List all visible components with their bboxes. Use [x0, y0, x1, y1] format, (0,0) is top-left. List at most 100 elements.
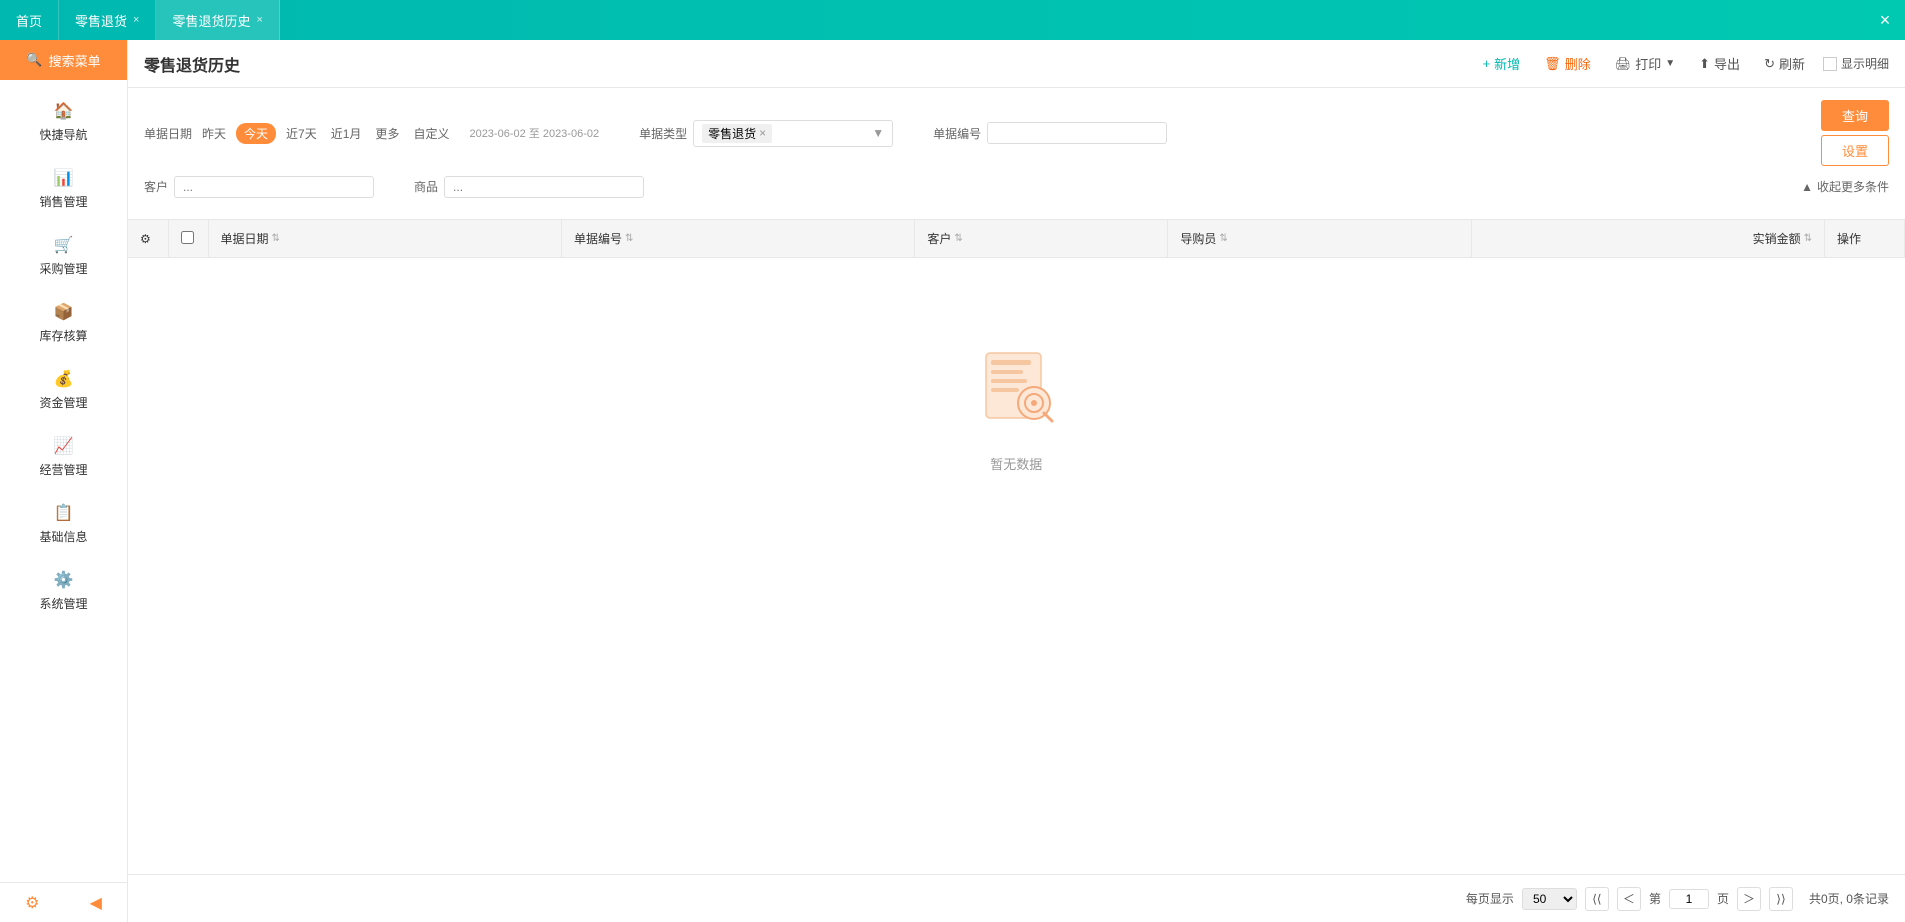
customer-input[interactable] — [174, 176, 374, 198]
voucher-tag-retail-return: 零售退货 × — [702, 124, 772, 143]
th-checkbox[interactable] — [168, 220, 208, 258]
sidebar-item-purchase[interactable]: 🛒 采购管理 — [0, 222, 127, 289]
top-bar: 首页 零售退货 × 零售退货历史 × × — [0, 0, 1905, 40]
voucher-type-select[interactable]: 零售退货 × ▼ — [693, 120, 893, 147]
content-area: 零售退货历史 + 新增 🗑 删除 🖨 打印 ▼ ⬆ 导出 — [128, 40, 1905, 922]
main-layout: 🔍 搜索菜单 🏠 快捷导航 📊 销售管理 🛒 采购管理 📦 库存核算 💰 — [0, 40, 1905, 922]
filter-row-2: 客户 商品 ▲ 收起更多条件 — [144, 174, 1889, 199]
date-yesterday[interactable]: 昨天 — [198, 123, 230, 144]
collapse-filter-button[interactable]: ▲ 收起更多条件 — [1801, 178, 1889, 195]
page-size-select[interactable]: 20 50 100 — [1522, 888, 1577, 910]
header-actions: + 新增 🗑 删除 🖨 打印 ▼ ⬆ 导出 ↻ 刷新 — [1477, 50, 1889, 77]
voucher-tag-remove[interactable]: × — [759, 126, 766, 140]
total-info: 共0页, 0条记录 — [1809, 890, 1889, 907]
query-button[interactable]: 查询 — [1821, 100, 1889, 131]
prev-page-button[interactable]: ＜ — [1617, 887, 1641, 911]
purchase-icon: 🛒 — [53, 234, 75, 256]
next-page-button[interactable]: ＞ — [1737, 887, 1761, 911]
basic-info-icon: 📋 — [53, 502, 75, 524]
first-page-button[interactable]: ⟨⟨ — [1585, 887, 1609, 911]
collapse-sidebar-icon[interactable]: ◀ — [90, 893, 102, 913]
print-dropdown-icon: ▼ — [1665, 58, 1675, 69]
window-close-button[interactable]: × — [1865, 10, 1905, 31]
print-icon: 🖨 — [1615, 56, 1632, 72]
goods-input[interactable] — [444, 176, 644, 198]
voucher-number-label: 单据编号 — [933, 125, 981, 142]
sidebar-bottom: ⚙ ◀ — [0, 882, 127, 922]
filter-row-1: 单据日期 昨天 今天 近7天 近1月 更多 自定义 2023-06-02 至 2… — [144, 100, 1889, 166]
th-actions: 操作 — [1825, 220, 1905, 258]
new-icon: + — [1483, 56, 1491, 71]
date-more[interactable]: 更多 — [371, 123, 403, 144]
tab-home[interactable]: 首页 — [0, 0, 59, 40]
sidebar-item-quick-nav[interactable]: 🏠 快捷导航 — [0, 88, 127, 155]
tab-retail-return[interactable]: 零售退货 × — [59, 0, 156, 40]
sidebar-item-finance[interactable]: 💰 资金管理 — [0, 356, 127, 423]
date-1month[interactable]: 近1月 — [327, 123, 366, 144]
sort-date-icon: ⇅ — [272, 233, 280, 244]
page-number-input[interactable] — [1669, 889, 1709, 909]
settings-gear-icon[interactable]: ⚙ — [25, 893, 39, 913]
query-settings-group: 查询 设置 — [1821, 100, 1889, 166]
date-custom[interactable]: 自定义 — [409, 123, 453, 144]
column-settings-icon[interactable]: ⚙ — [140, 232, 151, 246]
date-filter-label: 单据日期 — [144, 125, 192, 142]
refresh-icon: ↻ — [1764, 56, 1775, 72]
table-area: ⚙ 单据日期 ⇅ 单据编号 — [128, 220, 1905, 874]
collapse-icon: ▲ — [1801, 180, 1813, 194]
tab-retail-return-close[interactable]: × — [133, 14, 139, 26]
voucher-type-filter: 单据类型 零售退货 × ▼ — [639, 120, 893, 147]
page-header: 零售退货历史 + 新增 🗑 删除 🖨 打印 ▼ ⬆ 导出 — [128, 40, 1905, 88]
date-range-display: 2023-06-02 至 2023-06-02 — [469, 125, 599, 141]
th-amount[interactable]: 实销金额 ⇅ — [1471, 220, 1825, 258]
show-detail-checkbox[interactable] — [1823, 57, 1837, 71]
show-detail-label: 显示明细 — [1841, 55, 1889, 72]
delete-icon: 🗑 — [1544, 56, 1561, 72]
voucher-number-filter: 单据编号 — [933, 122, 1167, 144]
voucher-number-input[interactable] — [987, 122, 1167, 144]
print-button[interactable]: 🖨 打印 ▼ — [1609, 50, 1681, 77]
finance-icon: 💰 — [53, 368, 75, 390]
date-today[interactable]: 今天 — [236, 123, 276, 144]
date-filter: 单据日期 昨天 今天 近7天 近1月 更多 自定义 — [144, 123, 453, 144]
inventory-icon: 📦 — [53, 301, 75, 323]
date-7days[interactable]: 近7天 — [282, 123, 321, 144]
customer-filter: 客户 — [144, 176, 374, 198]
show-detail-checkbox-group: 显示明细 — [1823, 55, 1889, 72]
sort-customer-icon: ⇅ — [954, 233, 962, 244]
goods-label: 商品 — [414, 178, 438, 195]
sidebar-item-sales[interactable]: 📊 销售管理 — [0, 155, 127, 222]
export-button[interactable]: ⬆ 导出 — [1693, 50, 1746, 77]
sort-amount-icon: ⇅ — [1804, 233, 1812, 244]
filter-area: 单据日期 昨天 今天 近7天 近1月 更多 自定义 2023-06-02 至 2… — [128, 88, 1905, 220]
customer-label: 客户 — [144, 178, 168, 195]
tab-retail-return-history[interactable]: 零售退货历史 × — [156, 0, 279, 40]
operations-icon: 📈 — [53, 435, 75, 457]
th-settings[interactable]: ⚙ — [128, 220, 168, 258]
th-customer[interactable]: 客户 ⇅ — [915, 220, 1168, 258]
sidebar-item-inventory[interactable]: 📦 库存核算 — [0, 289, 127, 356]
tab-retail-return-history-close[interactable]: × — [256, 14, 262, 26]
sidebar-item-basic-info[interactable]: 📋 基础信息 — [0, 490, 127, 557]
refresh-button[interactable]: ↻ 刷新 — [1758, 50, 1811, 77]
search-icon: 🔍 — [26, 52, 42, 68]
th-number[interactable]: 单据编号 ⇅ — [561, 220, 914, 258]
export-icon: ⬆ — [1699, 56, 1710, 72]
tab-list: 首页 零售退货 × 零售退货历史 × — [0, 0, 1865, 40]
last-page-button[interactable]: ⟩⟩ — [1769, 887, 1793, 911]
filter-settings-button[interactable]: 设置 — [1821, 135, 1889, 166]
delete-button[interactable]: 🗑 删除 — [1538, 50, 1597, 77]
date-range-text: 2023-06-02 至 2023-06-02 — [469, 125, 599, 141]
voucher-type-label: 单据类型 — [639, 125, 687, 142]
search-menu-button[interactable]: 🔍 搜索菜单 — [0, 40, 127, 80]
select-all-checkbox[interactable] — [181, 231, 194, 244]
sales-icon: 📊 — [53, 167, 75, 189]
th-date[interactable]: 单据日期 ⇅ — [208, 220, 561, 258]
empty-icon — [966, 338, 1066, 438]
sidebar-item-system[interactable]: ⚙️ 系统管理 — [0, 557, 127, 624]
new-button[interactable]: + 新增 — [1477, 50, 1527, 77]
page-label2: 页 — [1717, 890, 1729, 907]
empty-state: 暂无数据 — [128, 258, 1905, 553]
th-guide[interactable]: 导购员 ⇅ — [1168, 220, 1471, 258]
sidebar-item-operations[interactable]: 📈 经营管理 — [0, 423, 127, 490]
